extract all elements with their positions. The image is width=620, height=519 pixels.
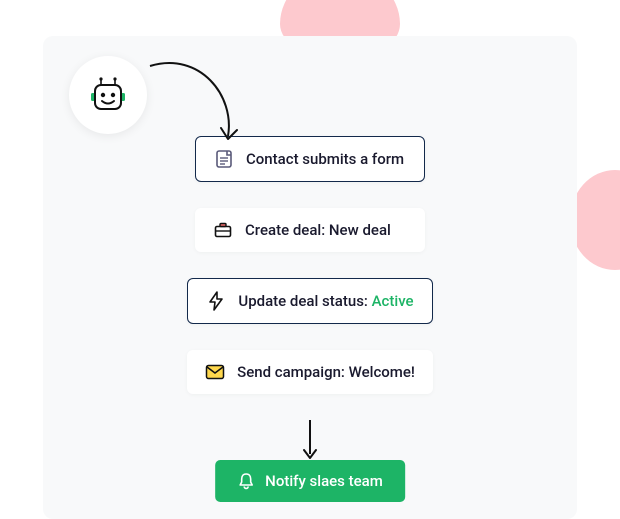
robot-avatar xyxy=(69,56,147,134)
step-label-prefix: Update deal status: xyxy=(238,292,371,310)
robot-icon xyxy=(88,75,128,115)
cta-label: Notify slaes team xyxy=(265,472,383,490)
curved-arrow-icon xyxy=(145,56,255,151)
notify-sales-team-button[interactable]: Notify slaes team xyxy=(215,460,405,502)
step-label: Contact submits a form xyxy=(246,150,404,168)
form-icon xyxy=(214,149,234,169)
step-label: Update deal status: Active xyxy=(238,292,413,310)
step-label: Create deal: New deal xyxy=(245,221,391,239)
bolt-icon xyxy=(206,291,226,311)
step-label: Send campaign: Welcome! xyxy=(237,363,415,381)
step-create-deal-card[interactable]: Create deal: New deal xyxy=(195,208,425,252)
workflow-panel: Contact submits a form Create deal: New … xyxy=(43,36,577,519)
workflow-steps: Contact submits a form Create deal: New … xyxy=(43,136,577,394)
down-arrow-icon xyxy=(303,420,317,460)
step-update-status-card[interactable]: Update deal status: Active xyxy=(187,278,432,324)
bell-icon xyxy=(237,472,255,490)
decorative-blob-right xyxy=(570,170,620,270)
status-value: Active xyxy=(372,292,414,310)
briefcase-icon xyxy=(213,220,233,240)
step-send-campaign-card[interactable]: Send campaign: Welcome! xyxy=(187,350,433,394)
mail-icon xyxy=(205,362,225,382)
